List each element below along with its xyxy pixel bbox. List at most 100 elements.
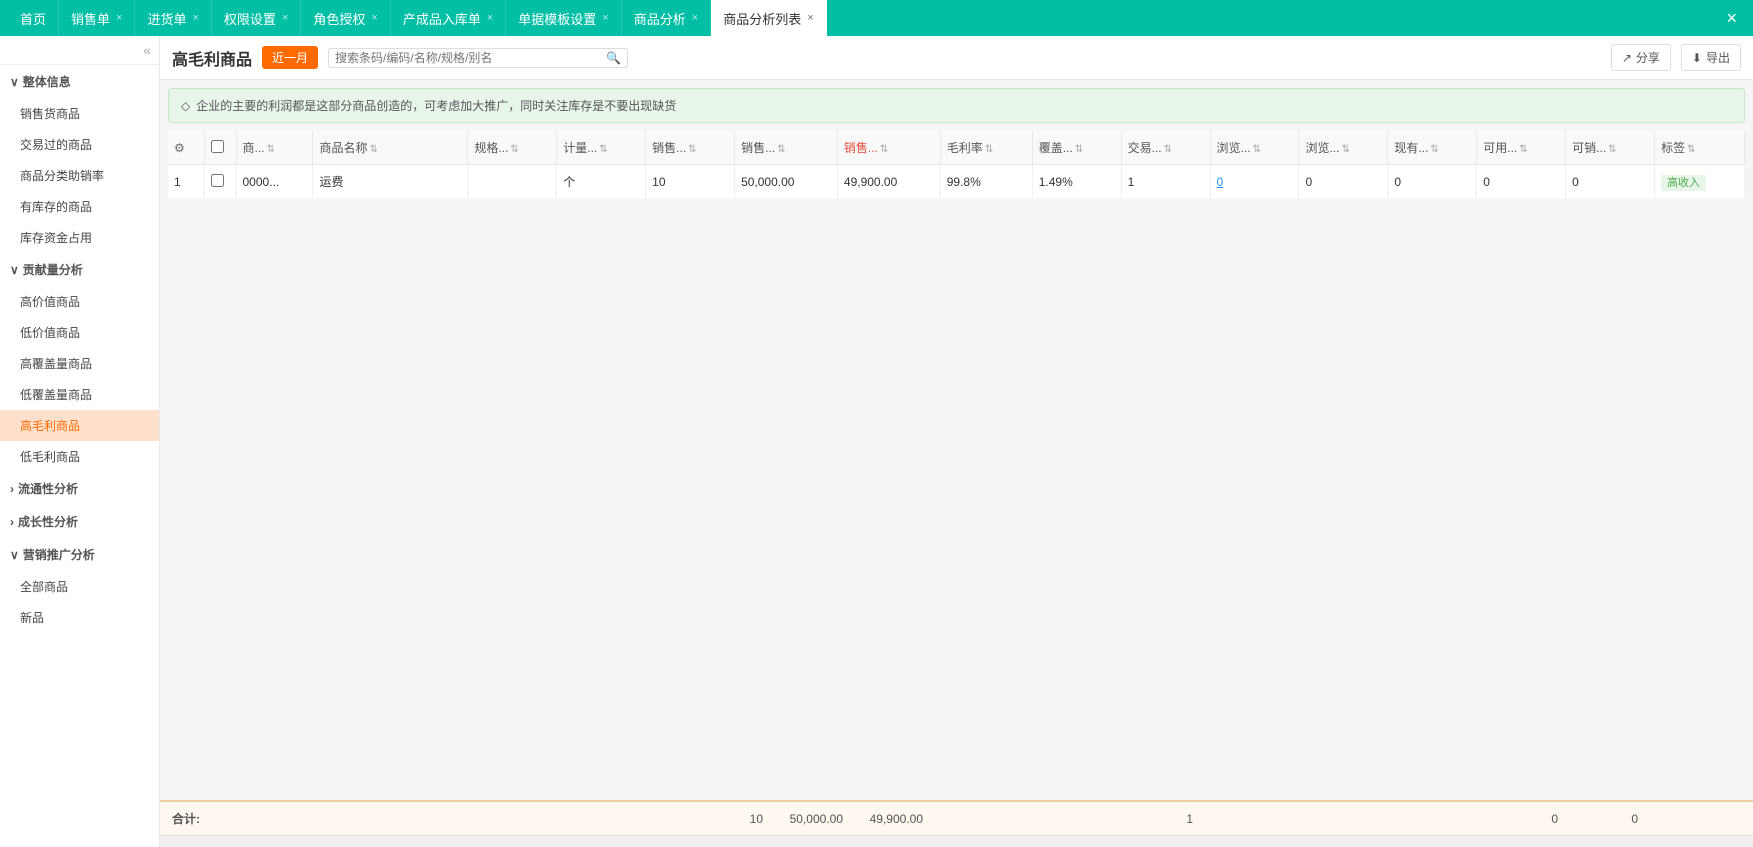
col-gross-margin-header[interactable]: 毛利率⇅ — [940, 131, 1032, 165]
export-icon: ⬇ — [1692, 51, 1702, 65]
select-all-checkbox[interactable] — [211, 140, 224, 153]
sidebar-collapse-button[interactable]: « — [143, 42, 151, 58]
period-button[interactable]: 近一月 — [262, 46, 318, 69]
nav-role-auth[interactable]: 角色授权 × — [301, 0, 390, 36]
close-icon[interactable]: × — [116, 12, 122, 24]
col-views2-header[interactable]: 浏览...⇅ — [1299, 131, 1388, 165]
sidebar-item-high-margin[interactable]: 高毛利商品 — [0, 410, 159, 441]
share-button[interactable]: ↗ 分享 — [1611, 44, 1671, 71]
sidebar-item-low-value[interactable]: 低价值商品 — [0, 317, 159, 348]
chevron-right-icon: › — [10, 515, 14, 529]
close-icon[interactable]: × — [807, 12, 813, 24]
nav-product-analysis[interactable]: 商品分析 × — [622, 0, 711, 36]
sidebar-group-growth[interactable]: › 成长性分析 — [0, 505, 159, 538]
footer-label: 合计: — [172, 810, 216, 827]
cell-transaction: 1 — [1121, 165, 1210, 199]
sidebar-item-stock-capital[interactable]: 库存资金占用 — [0, 222, 159, 253]
close-icon[interactable]: × — [371, 12, 377, 24]
top-navigation: 首页 销售单 × 进货单 × 权限设置 × 角色授权 × 产成品入库单 × 单据… — [0, 0, 1753, 36]
col-name-header[interactable]: 商品名称⇅ — [313, 131, 468, 165]
cell-views1[interactable]: 0 — [1210, 165, 1299, 199]
nav-purchase-order[interactable]: 进货单 × — [135, 0, 211, 36]
data-table: ⚙ 商...⇅ 商品名称⇅ 规格...⇅ 计量...⇅ 销售...⇅ 销售...… — [168, 131, 1745, 199]
footer-sales-profit: 49,900.00 — [851, 812, 931, 826]
sidebar-group-marketing-items: 全部商品 新品 — [0, 571, 159, 633]
cell-coverage: 1.49% — [1032, 165, 1121, 199]
table-footer: 合计: 10 50,000.00 49,900.00 1 0 0 — [160, 800, 1753, 835]
footer-current-stock: 0 — [1486, 812, 1566, 826]
sidebar-group-overall[interactable]: ∨ 整体信息 — [0, 65, 159, 98]
sidebar-item-stocked-goods[interactable]: 有库存的商品 — [0, 191, 159, 222]
info-banner: ◇ 企业的主要的利润都是这部分商品创造的，可考虑加大推广，同时关注库存是不要出现… — [168, 88, 1745, 123]
chevron-down-icon: ∨ — [10, 263, 19, 277]
col-sales-profit-header[interactable]: 销售...⇅ — [837, 131, 940, 165]
footer-transaction: 1 — [1121, 812, 1201, 826]
col-sales-qty-header[interactable]: 销售...⇅ — [646, 131, 735, 165]
col-sellable-header[interactable]: 可销...⇅ — [1566, 131, 1655, 165]
sidebar-group-overall-items: 销售货商品 交易过的商品 商品分类助销率 有库存的商品 库存资金占用 — [0, 98, 159, 253]
table-row: 1 0000... 运费 个 10 50,000.00 49,900.00 99… — [168, 165, 1745, 199]
page-title: 高毛利商品 — [172, 46, 252, 70]
sidebar-group-contribution-items: 高价值商品 低价值商品 高覆盖量商品 低覆盖量商品 高毛利商品 低毛利商品 — [0, 286, 159, 472]
sidebar-item-low-coverage[interactable]: 低覆盖量商品 — [0, 379, 159, 410]
main-layout: « ∨ 整体信息 销售货商品 交易过的商品 商品分类助销率 有库存的商品 库存资… — [0, 36, 1753, 847]
close-icon[interactable]: × — [692, 12, 698, 24]
col-spec-header[interactable]: 规格...⇅ — [468, 131, 557, 165]
sidebar-item-category-assist[interactable]: 商品分类助销率 — [0, 160, 159, 191]
sidebar-item-all-goods[interactable]: 全部商品 — [0, 571, 159, 602]
col-sales-amount-header[interactable]: 销售...⇅ — [735, 131, 838, 165]
col-views1-header[interactable]: 浏览...⇅ — [1210, 131, 1299, 165]
nav-permission-settings[interactable]: 权限设置 × — [212, 0, 301, 36]
settings-icon[interactable]: ⚙ — [174, 141, 185, 155]
cell-sales-amount: 50,000.00 — [735, 165, 838, 199]
footer-sales-qty: 10 — [691, 812, 771, 826]
col-tag-header[interactable]: 标签⇅ — [1655, 131, 1745, 165]
cell-gross-margin: 99.8% — [940, 165, 1032, 199]
cell-unit: 个 — [557, 165, 646, 199]
nav-sales-order[interactable]: 销售单 × — [59, 0, 135, 36]
close-icon[interactable]: × — [282, 12, 288, 24]
close-icon[interactable]: × — [602, 12, 608, 24]
sidebar-group-liquidity[interactable]: › 流通性分析 — [0, 472, 159, 505]
col-current-stock-header[interactable]: 现有...⇅ — [1388, 131, 1477, 165]
sidebar-item-new-goods[interactable]: 新品 — [0, 602, 159, 633]
col-code-header[interactable]: 商...⇅ — [236, 131, 313, 165]
col-transaction-header[interactable]: 交易...⇅ — [1121, 131, 1210, 165]
close-icon[interactable]: × — [192, 12, 198, 24]
nav-product-inbound[interactable]: 产成品入库单 × — [391, 0, 506, 36]
nav-home[interactable]: 首页 — [8, 0, 59, 36]
search-input[interactable] — [335, 51, 602, 65]
col-checkbox-header[interactable] — [204, 131, 236, 165]
sidebar-group-marketing[interactable]: ∨ 营销推广分析 — [0, 538, 159, 571]
cell-tag: 高收入 — [1655, 165, 1745, 199]
col-settings-header[interactable]: ⚙ — [168, 131, 204, 165]
col-unit-header[interactable]: 计量...⇅ — [557, 131, 646, 165]
content-area: 高毛利商品 近一月 🔍 ↗ 分享 ⬇ 导出 ◇ 企业的主要的利润都是这部分商品创… — [160, 36, 1753, 847]
cell-code: 0000... — [236, 165, 313, 199]
nav-template-settings[interactable]: 单据模板设置 × — [506, 0, 621, 36]
sidebar-item-low-margin[interactable]: 低毛利商品 — [0, 441, 159, 472]
share-icon: ↗ — [1622, 51, 1632, 65]
footer-sales-amount: 50,000.00 — [771, 812, 851, 826]
sidebar-group-contribution[interactable]: ∨ 贡献量分析 — [0, 253, 159, 286]
nav-product-analysis-list[interactable]: 商品分析列表 × — [711, 0, 826, 36]
search-icon[interactable]: 🔍 — [606, 51, 621, 65]
close-icon[interactable]: × — [487, 12, 493, 24]
table-container[interactable]: ⚙ 商...⇅ 商品名称⇅ 规格...⇅ 计量...⇅ 销售...⇅ 销售...… — [168, 131, 1745, 800]
horizontal-scrollbar[interactable] — [160, 835, 1753, 847]
footer-available: 0 — [1566, 812, 1646, 826]
export-button[interactable]: ⬇ 导出 — [1681, 44, 1741, 71]
table-header-row: ⚙ 商...⇅ 商品名称⇅ 规格...⇅ 计量...⇅ 销售...⇅ 销售...… — [168, 131, 1745, 165]
sidebar-item-high-coverage[interactable]: 高覆盖量商品 — [0, 348, 159, 379]
col-coverage-header[interactable]: 覆盖...⇅ — [1032, 131, 1121, 165]
sidebar-item-traded-goods[interactable]: 交易过的商品 — [0, 129, 159, 160]
close-all-button[interactable]: × — [1718, 8, 1745, 29]
row-checkbox[interactable] — [211, 174, 224, 187]
col-available-header[interactable]: 可用...⇅ — [1477, 131, 1566, 165]
cell-checkbox[interactable] — [204, 165, 236, 199]
cell-name: 运费 — [313, 165, 468, 199]
sidebar-item-high-value[interactable]: 高价值商品 — [0, 286, 159, 317]
cell-sales-qty: 10 — [646, 165, 735, 199]
sidebar-item-sales-goods[interactable]: 销售货商品 — [0, 98, 159, 129]
chevron-down-icon: ∨ — [10, 75, 19, 89]
